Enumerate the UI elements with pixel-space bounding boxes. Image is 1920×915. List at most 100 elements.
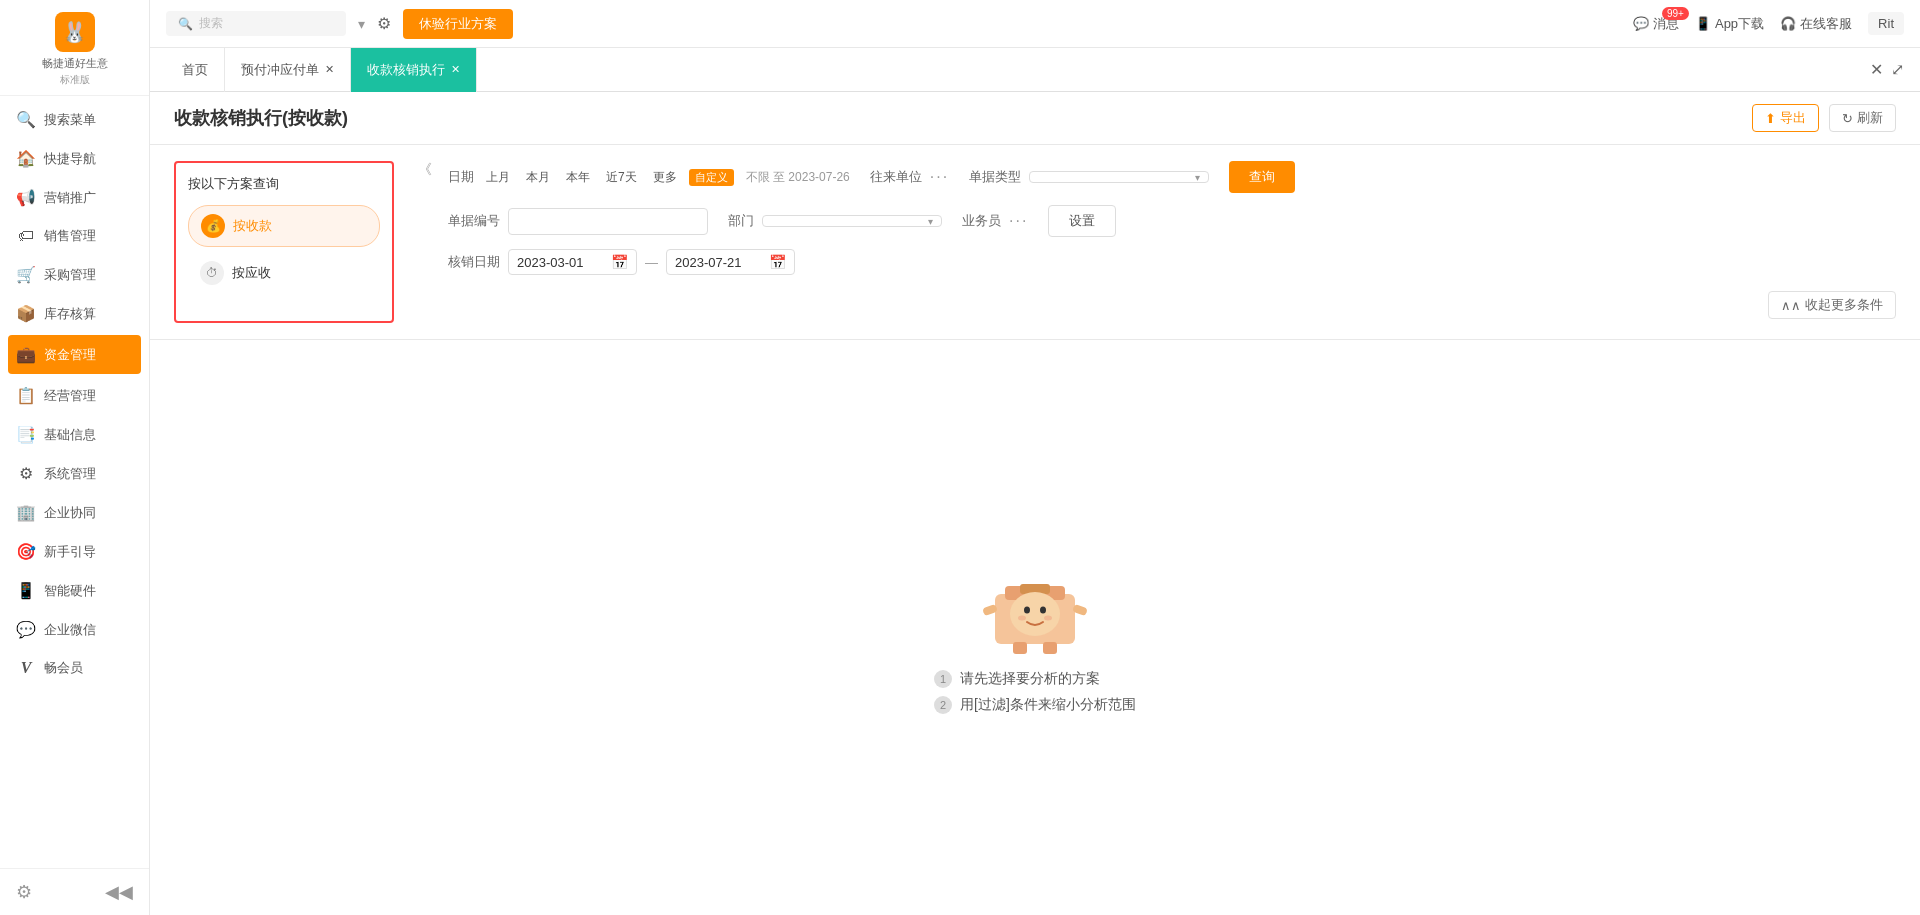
collapse-icon[interactable]: ◀◀ [105,881,133,903]
filter-partner: 往来单位 ··· [870,168,949,186]
page-actions: ⬆ 导出 ↻ 刷新 [1752,104,1896,132]
query-by-receipt[interactable]: 💰 按收款 [188,205,380,247]
query-by-receivable[interactable]: ⏱ 按应收 [188,253,380,293]
dept-select[interactable]: ▾ [762,215,942,227]
user-info[interactable]: Rit [1868,12,1904,35]
verify-date-start-input[interactable] [517,255,607,270]
sidebar-item-label: 基础信息 [44,426,96,444]
sidebar-item-finance[interactable]: 💼 资金管理 [8,335,141,374]
sidebar-item-label: 快捷导航 [44,150,96,168]
query-button[interactable]: 查询 [1229,161,1295,193]
sidebar-item-search[interactable]: 🔍 搜索菜单 [0,100,149,139]
solution-button[interactable]: 休验行业方案 [403,9,513,39]
partner-picker-icon[interactable]: ··· [930,168,949,186]
settings-icon[interactable]: ⚙ [16,881,32,903]
settings-button[interactable]: 设置 [1048,205,1116,237]
biz-icon: 📋 [16,386,36,405]
date-more[interactable]: 更多 [649,167,681,188]
sidebar-item-purchase[interactable]: 🛒 采购管理 [0,255,149,294]
marketing-icon: 📢 [16,188,36,207]
svg-point-6 [1018,615,1026,620]
online-service-button[interactable]: 🎧 在线客服 [1780,15,1852,33]
sidebar-item-member[interactable]: V 畅会员 [0,649,149,687]
receipt-label: 按收款 [233,217,272,235]
sidebar-item-label: 畅会员 [44,659,83,677]
app-download-button[interactable]: 📱 App下载 [1695,15,1764,33]
sidebar-item-label: 搜索菜单 [44,111,96,129]
staff-label: 业务员 [962,212,1001,230]
date-this-year[interactable]: 本年 [562,167,594,188]
svg-point-4 [1024,606,1030,613]
tab-home-label: 首页 [182,61,208,79]
export-button[interactable]: ⬆ 导出 [1752,104,1819,132]
search-placeholder: 搜索 [199,15,223,32]
sidebar-item-system[interactable]: ⚙ 系统管理 [0,454,149,493]
sidebar-item-label: 系统管理 [44,465,96,483]
doctype-label: 单据类型 [969,168,1021,186]
hint-num-1: 1 [934,670,952,688]
sidebar-item-base[interactable]: 📑 基础信息 [0,415,149,454]
verify-date-start-calendar-icon[interactable]: 📅 [611,254,628,270]
refresh-button[interactable]: ↻ 刷新 [1829,104,1896,132]
verify-date-label: 核销日期 [448,253,500,271]
date-this-month[interactable]: 本月 [522,167,554,188]
topbar-gear-icon[interactable]: ⚙ [377,14,391,33]
tab-receipts-close-icon[interactable]: ✕ [451,63,460,76]
panel-collapse-icon[interactable]: 《 [418,161,432,323]
collapse-more-icon: ∧∧ [1781,298,1801,313]
tabbar-expand-icon[interactable]: ⤢ [1891,60,1904,79]
guide-icon: 🎯 [16,542,36,561]
topbar-dropdown-icon[interactable]: ▾ [358,16,365,32]
sidebar-item-biz[interactable]: 📋 经营管理 [0,376,149,415]
message-button[interactable]: 💬 消息 99+ [1633,15,1679,33]
sidebar-item-wechat[interactable]: 💬 企业微信 [0,610,149,649]
sidebar-item-guide[interactable]: 🎯 新手引导 [0,532,149,571]
hint-num-2: 2 [934,696,952,714]
svg-rect-9 [1043,642,1057,654]
sidebar-item-label: 销售管理 [44,227,96,245]
tab-prepay-close-icon[interactable]: ✕ [325,63,334,76]
filter-form: 日期 上月 本月 本年 近7天 更多 自定义 不限 至 2023-07-26 [448,161,1896,323]
sidebar-item-label: 库存核算 [44,305,96,323]
date-nolimit-text: 不限 至 2023-07-26 [746,169,850,186]
filter-row-2: 单据编号 部门 ▾ 业务员 ··· 设置 [448,205,1896,237]
svg-point-7 [1044,615,1052,620]
collapse-more-row: ∧∧ 收起更多条件 [448,287,1896,323]
tabbar-close-icon[interactable]: ✕ [1870,60,1883,79]
filter-dept: 部门 ▾ [728,212,942,230]
sidebar-item-inventory[interactable]: 📦 库存核算 [0,294,149,333]
staff-picker-icon[interactable]: ··· [1009,212,1028,230]
date-7days[interactable]: 近7天 [602,167,641,188]
search-bar[interactable]: 🔍 搜索 [166,11,346,36]
sidebar-item-label: 经营管理 [44,387,96,405]
dept-label: 部门 [728,212,754,230]
service-icon: 🎧 [1780,16,1796,31]
sidebar-item-collab[interactable]: 🏢 企业协同 [0,493,149,532]
tab-bar: 首页 预付冲应付单 ✕ 收款核销执行 ✕ ✕ ⤢ [150,48,1920,92]
tab-receipts[interactable]: 收款核销执行 ✕ [351,48,477,92]
inventory-icon: 📦 [16,304,36,323]
tab-home[interactable]: 首页 [166,48,225,92]
sidebar-footer: ⚙ ◀◀ [0,868,149,915]
empty-hint-2: 2 用[过滤]条件来缩小分析范围 [934,696,1136,714]
docno-input[interactable] [508,208,708,235]
verify-date-end-input[interactable] [675,255,765,270]
date-custom-badge[interactable]: 自定义 [689,169,734,186]
doctype-select-arrow: ▾ [1195,172,1200,183]
verify-date-start-wrapper: 📅 [508,249,637,275]
collapse-more-button[interactable]: ∧∧ 收起更多条件 [1768,291,1896,319]
svg-point-5 [1040,606,1046,613]
date-last-month[interactable]: 上月 [482,167,514,188]
filter-row-3: 核销日期 📅 — 📅 [448,249,1896,275]
message-badge: 99+ [1662,7,1689,20]
sidebar-item-hardware[interactable]: 📱 智能硬件 [0,571,149,610]
verify-date-end-calendar-icon[interactable]: 📅 [769,254,786,270]
sidebar-item-sales[interactable]: 🏷 销售管理 [0,217,149,255]
tab-prepay[interactable]: 预付冲应付单 ✕ [225,48,351,92]
sidebar-item-marketing[interactable]: 📢 营销推广 [0,178,149,217]
doctype-select[interactable]: ▾ [1029,171,1209,183]
verify-date-end-wrapper: 📅 [666,249,795,275]
filter-verify-date: 核销日期 📅 — 📅 [448,249,795,275]
sidebar-item-quicknav[interactable]: 🏠 快捷导航 [0,139,149,178]
date-separator: — [645,255,658,270]
